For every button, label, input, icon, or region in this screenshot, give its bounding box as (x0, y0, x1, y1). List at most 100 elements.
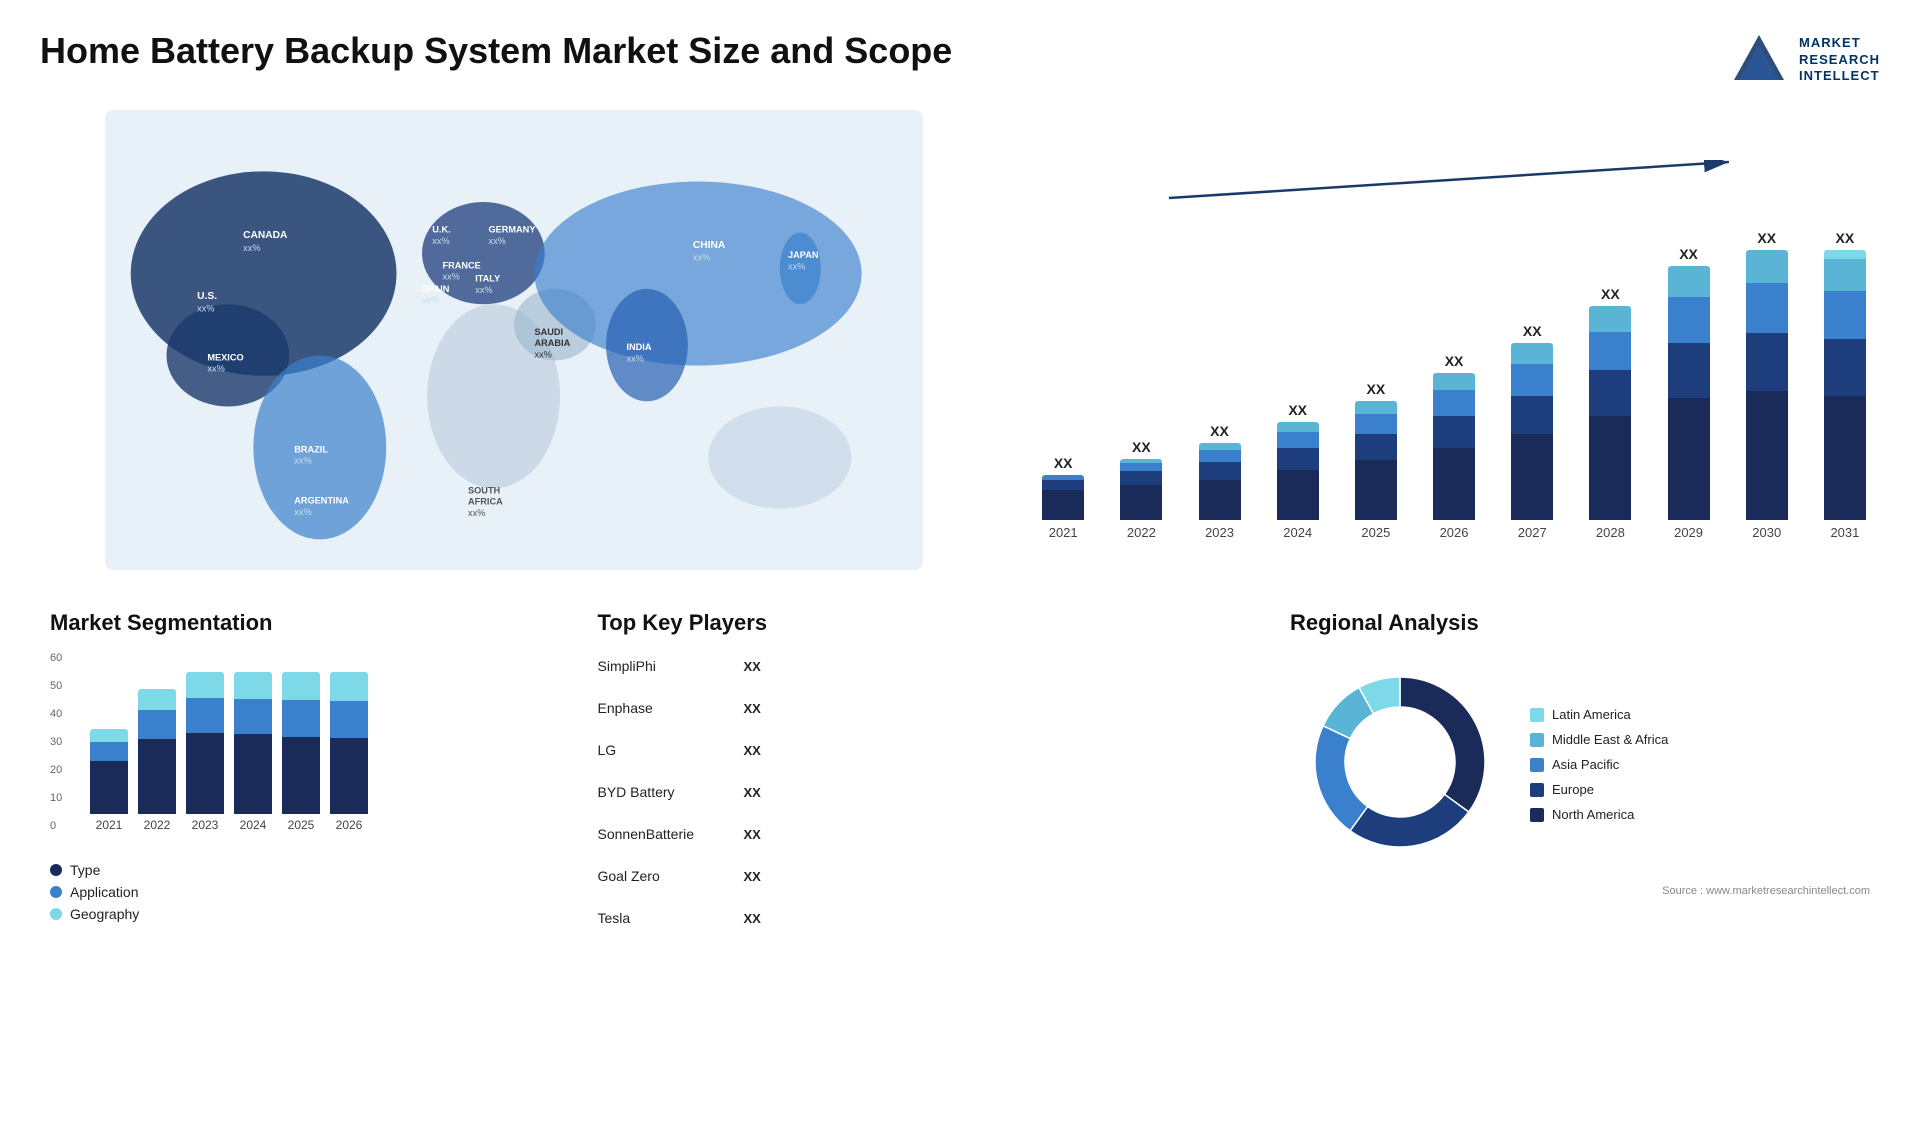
regional-legend-item: North America (1530, 807, 1668, 822)
regional-legend-item: Latin America (1530, 707, 1668, 722)
player-bar-wrap: XX (738, 820, 1251, 848)
bar-group: XX2028 (1575, 230, 1645, 540)
seg-bar-segment (186, 672, 224, 698)
bar-chart-area: XX2021XX2022XX2023XX2024XX2025XX2026XX20… (1018, 150, 1880, 570)
bar-group: XX2023 (1184, 230, 1254, 540)
bar-year: 2024 (1283, 525, 1312, 540)
bar-segment (1668, 343, 1710, 398)
seg-bar-segment (90, 742, 128, 761)
player-value: XX (744, 827, 761, 842)
regional-container: Regional Analysis Latin America Middle Ea… (1280, 600, 1880, 956)
bar-segment (1199, 462, 1241, 480)
bar-segment (1824, 250, 1866, 259)
player-name: BYD Battery (598, 784, 728, 800)
players-title: Top Key Players (598, 610, 1251, 636)
bar-stack (1120, 459, 1162, 520)
bar-year: 2027 (1518, 525, 1547, 540)
bar-segment (1042, 490, 1084, 520)
bar-segment (1277, 432, 1319, 448)
seg-bar-segment (90, 761, 128, 814)
seg-chart-area: 60 50 40 30 20 10 0 20212022202320242025… (50, 652, 558, 922)
bar-segment (1120, 471, 1162, 485)
regional-legend-color (1530, 733, 1544, 747)
svg-text:SAUDI: SAUDI (534, 327, 563, 337)
bar-segment (1355, 434, 1397, 460)
seg-bar-segment (138, 739, 176, 814)
bar-segment (1589, 332, 1631, 370)
svg-text:U.S.: U.S. (197, 291, 217, 302)
player-row: LGXX (598, 736, 1251, 764)
bar-segment (1042, 480, 1084, 490)
seg-bar-stack (330, 672, 368, 814)
donut-segment (1400, 677, 1485, 812)
seg-bar-segment (234, 672, 272, 699)
player-value: XX (744, 659, 761, 674)
regional-legend: Latin America Middle East & Africa Asia Pa… (1530, 707, 1668, 822)
players-container: Top Key Players SimpliPhiXXEnphaseXXLGXX… (588, 600, 1261, 956)
page-title: Home Battery Backup System Market Size a… (40, 30, 952, 72)
bar-stack (1668, 266, 1710, 520)
bar-year: 2030 (1752, 525, 1781, 540)
player-name: Goal Zero (598, 868, 728, 884)
svg-text:xx%: xx% (534, 349, 551, 359)
bar-stack (1746, 250, 1788, 520)
geography-dot (50, 908, 62, 920)
bar-stack (1589, 306, 1631, 520)
bar-segment (1433, 390, 1475, 416)
regional-title: Regional Analysis (1290, 610, 1870, 636)
seg-bar-segment (330, 738, 368, 814)
seg-bar-stack (186, 672, 224, 814)
seg-bar-stack (234, 672, 272, 814)
bar-group: XX 2030 (1732, 230, 1802, 540)
svg-text:xx%: xx% (432, 236, 449, 246)
seg-bar-segment (138, 689, 176, 710)
seg-year-label: 2025 (288, 818, 315, 832)
svg-text:xx%: xx% (294, 456, 311, 466)
seg-bar-group: 2023 (186, 672, 224, 832)
seg-bar-segment (138, 710, 176, 739)
bar-year: 2025 (1361, 525, 1390, 540)
bottom-section: Market Segmentation 60 50 40 30 20 10 0 … (40, 600, 1880, 956)
bar-year: 2021 (1049, 525, 1078, 540)
regional-legend-label: Middle East & Africa (1552, 732, 1668, 747)
application-label: Application (70, 884, 139, 900)
seg-legend: Type Application Geography (50, 862, 558, 922)
svg-text:xx%: xx% (197, 303, 214, 313)
type-label: Type (70, 862, 100, 878)
bar-segment (1355, 460, 1397, 520)
bar-group: XX2027 (1497, 230, 1567, 540)
seg-year-label: 2021 (96, 818, 123, 832)
regional-legend-item: Asia Pacific (1530, 757, 1668, 772)
player-bar-wrap: XX (738, 652, 1251, 680)
players-list: SimpliPhiXXEnphaseXXLGXXBYD BatteryXXSon… (598, 652, 1251, 932)
regional-legend-label: Europe (1552, 782, 1594, 797)
bar-segment (1433, 373, 1475, 390)
player-bar-wrap: XX (738, 694, 1251, 722)
seg-bar-segment (282, 700, 320, 737)
bar-group: XX2026 (1419, 230, 1489, 540)
seg-bar-group: 2021 (90, 672, 128, 832)
bar-group: XX2024 (1263, 230, 1333, 540)
bar-value-label: XX (1367, 381, 1386, 397)
regional-legend-color (1530, 808, 1544, 822)
svg-text:GERMANY: GERMANY (488, 225, 535, 235)
seg-bar-segment (330, 672, 368, 701)
bar-value-label: XX (1757, 230, 1776, 246)
bar-chart-wrapper: XX2021XX2022XX2023XX2024XX2025XX2026XX20… (1018, 150, 1880, 570)
bar-segment (1433, 448, 1475, 520)
regional-legend-color (1530, 783, 1544, 797)
svg-text:CANADA: CANADA (243, 230, 288, 241)
bar-stack (1355, 401, 1397, 520)
logo-text: MARKET RESEARCH INTELLECT (1799, 35, 1880, 86)
player-value: XX (744, 701, 761, 716)
seg-year-label: 2026 (336, 818, 363, 832)
donut-segment (1315, 726, 1368, 831)
bar-segment (1746, 250, 1788, 283)
top-section: CANADA xx% U.S. xx% MEXICO xx% BRAZIL xx… (40, 110, 1880, 570)
bar-group: XX2022 (1106, 230, 1176, 540)
bar-segment (1277, 470, 1319, 520)
bar-segment (1824, 259, 1866, 291)
svg-text:INDIA: INDIA (626, 342, 651, 352)
bar-segment (1511, 343, 1553, 364)
donut-svg (1290, 652, 1510, 872)
